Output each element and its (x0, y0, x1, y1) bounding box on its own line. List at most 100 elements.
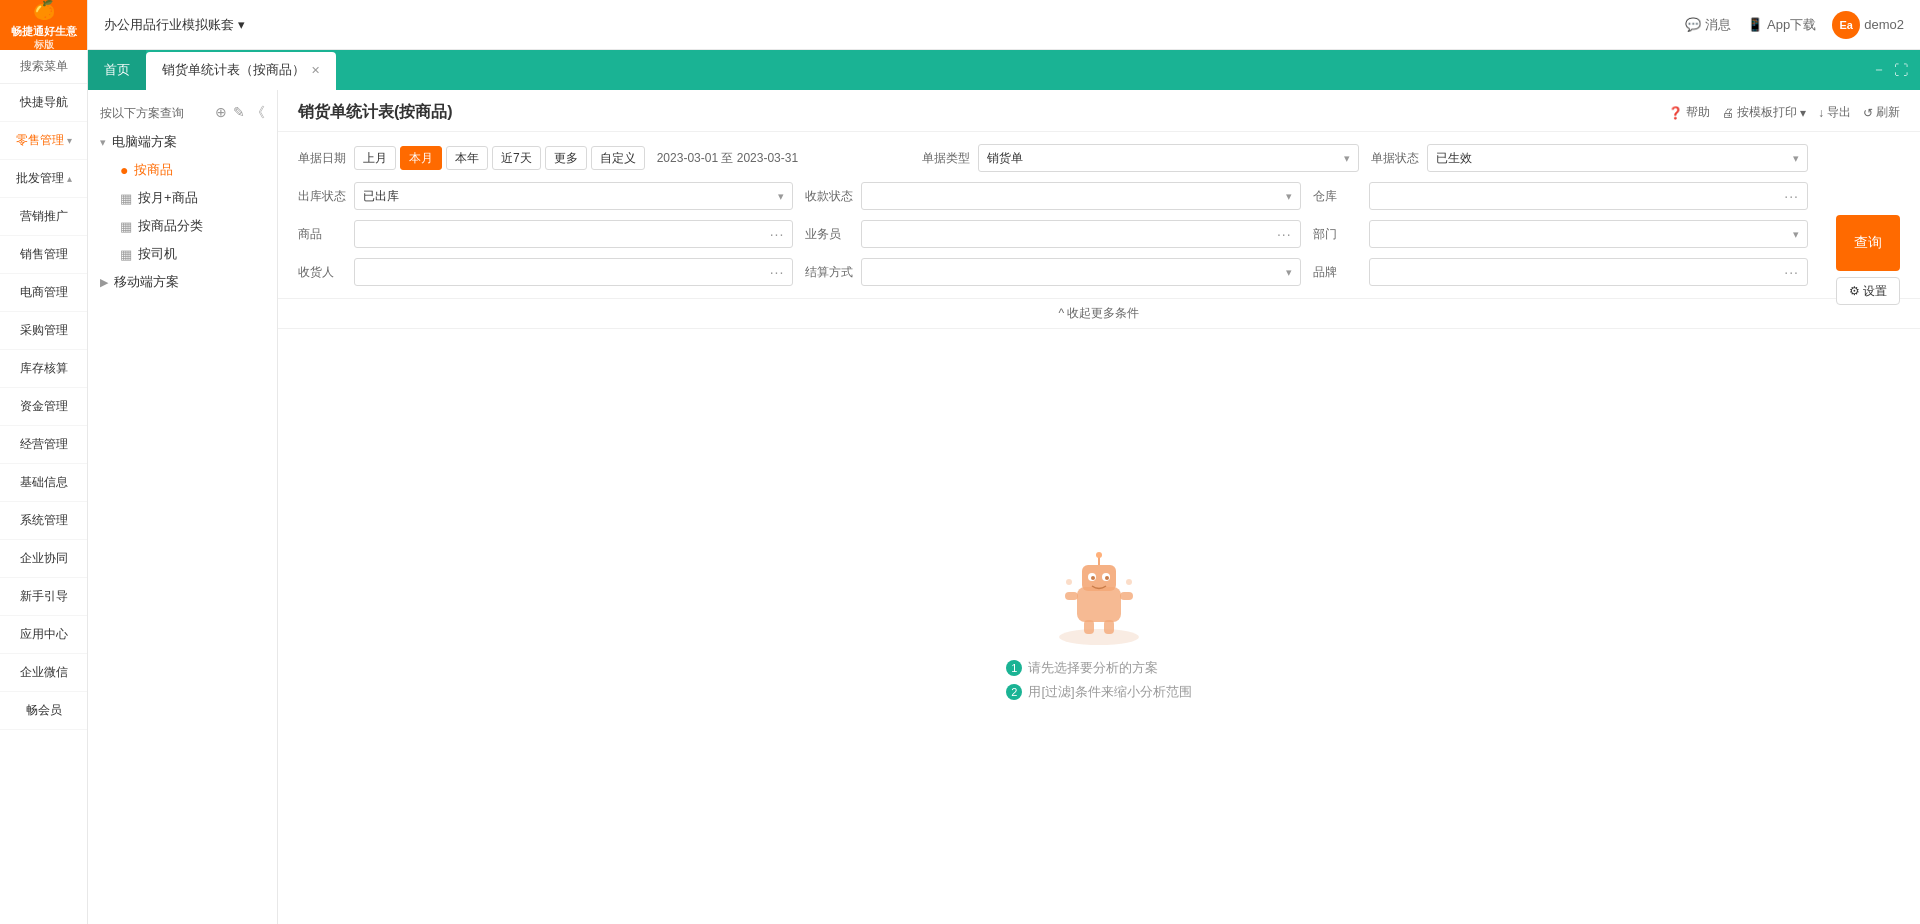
date-btn-this-year[interactable]: 本年 (446, 146, 488, 170)
sidebar-item-inventory[interactable]: 库存核算 (0, 350, 87, 388)
app-download-button[interactable]: 📱 App下载 (1747, 16, 1816, 34)
quick-nav-label: 快捷导航 (20, 95, 68, 109)
salesperson-input[interactable]: ··· (861, 220, 1300, 248)
doc-status-select[interactable]: 已生效 ▾ (1427, 144, 1808, 172)
sidebar-item-guide[interactable]: 新手引导 (0, 578, 87, 616)
tab-report[interactable]: 销货单统计表（按商品） ✕ (146, 52, 336, 92)
tree-pc-label: 电脑端方案 (112, 133, 177, 151)
out-status-select[interactable]: 已出库 ▾ (354, 182, 793, 210)
filter-product: 商品 ··· (298, 220, 793, 248)
user-menu[interactable]: Ea demo2 (1832, 11, 1904, 39)
ecommerce-label: 电商管理 (20, 285, 68, 299)
svg-point-5 (1091, 576, 1095, 580)
doc-status-value: 已生效 (1436, 150, 1472, 167)
app-logo[interactable]: 🍊 畅捷通好生意 标版 (0, 0, 87, 50)
doc-type-select[interactable]: 销货单 ▾ (978, 144, 1359, 172)
filter-payment-status: 收款状态 ▾ (805, 182, 1300, 210)
svg-point-14 (1126, 579, 1132, 585)
tab-close-icon[interactable]: ✕ (311, 64, 320, 77)
enterprise-label: 企业协同 (20, 551, 68, 565)
tab-report-label: 销货单统计表（按商品） (162, 61, 305, 79)
page-title: 销货单统计表(按商品) (298, 102, 453, 123)
sidebar-item-wholesale[interactable]: 批发管理 ▴ (0, 160, 87, 198)
filter-row-3: 商品 ··· 业务员 ··· 部门 (298, 220, 1900, 248)
topbar-dropdown-arrow: ▾ (238, 17, 245, 32)
tree-pc-solutions[interactable]: ▾ 电脑端方案 (88, 128, 277, 156)
settings-button[interactable]: ⚙ 设置 (1836, 277, 1900, 305)
sidebar-item-system[interactable]: 系统管理 (0, 502, 87, 540)
sidebar-item-retail[interactable]: 零售管理 ▾ (0, 122, 87, 160)
tree-item-by-category[interactable]: ▦ 按商品分类 (108, 212, 277, 240)
tab-home[interactable]: 首页 (88, 50, 146, 90)
brand-input[interactable]: ··· (1369, 258, 1808, 286)
tree-mobile-label: 移动端方案 (114, 273, 179, 291)
payment-status-input[interactable]: ▾ (861, 182, 1300, 210)
minimize-icon[interactable]: － (1872, 61, 1886, 79)
date-btn-more[interactable]: 更多 (545, 146, 587, 170)
sidebar-item-basic[interactable]: 基础信息 (0, 464, 87, 502)
svg-rect-2 (1082, 565, 1116, 591)
sidebar-item-member[interactable]: 畅会员 (0, 692, 87, 730)
tree-item-by-cashier[interactable]: ▦ 按司机 (108, 240, 277, 268)
svg-point-0 (1059, 629, 1139, 645)
help-action[interactable]: ❓ 帮助 (1668, 104, 1710, 121)
svg-rect-12 (1104, 620, 1114, 634)
query-button[interactable]: 查询 (1836, 215, 1900, 271)
sidebar-item-purchase[interactable]: 采购管理 (0, 312, 87, 350)
print-action[interactable]: 🖨 按模板打印 ▾ (1722, 104, 1806, 121)
topbar-title-text: 办公用品行业模拟账套 (104, 16, 234, 34)
maximize-icon[interactable]: ⛶ (1894, 62, 1908, 78)
tree-item-by-month-product[interactable]: ▦ 按月+商品 (108, 184, 277, 212)
page-header: 销货单统计表(按商品) ❓ 帮助 🖨 按模板打印 ▾ ↓ 导出 (278, 90, 1920, 132)
edit-scheme-icon[interactable]: ✎ (233, 104, 245, 122)
out-status-label: 出库状态 (298, 188, 348, 205)
collapse-scheme-icon[interactable]: 《 (251, 104, 265, 122)
app-download-label: App下载 (1767, 16, 1816, 34)
message-button[interactable]: 💬 消息 (1685, 16, 1731, 34)
settlement-input[interactable]: ▾ (861, 258, 1300, 286)
sidebar-item-wechat[interactable]: 企业微信 (0, 654, 87, 692)
warehouse-label: 仓库 (1313, 188, 1363, 205)
by-month-product-icon: ▦ (120, 191, 132, 206)
collapse-bar[interactable]: ^ 收起更多条件 (278, 299, 1920, 329)
sidebar: 🍊 畅捷通好生意 标版 搜索菜单 快捷导航 零售管理 ▾ 批发管理 ▴ 营销推广… (0, 0, 88, 924)
svg-rect-9 (1065, 592, 1078, 600)
doc-status-label: 单据状态 (1371, 150, 1421, 167)
search-menu[interactable]: 搜索菜单 (0, 50, 87, 84)
sidebar-item-finance[interactable]: 资金管理 (0, 388, 87, 426)
empty-state: 1 请先选择要分析的方案 2 用[过滤]条件来缩小分析范围 (278, 329, 1920, 924)
payment-status-label: 收款状态 (805, 188, 855, 205)
date-btn-this-month[interactable]: 本月 (400, 146, 442, 170)
wechat-label: 企业微信 (20, 665, 68, 679)
department-input[interactable]: ▾ (1369, 220, 1808, 248)
date-btn-7days[interactable]: 近7天 (492, 146, 541, 170)
filter-date: 单据日期 上月 本月 本年 近7天 更多 自定义 2023-03-01 至 20… (298, 146, 910, 170)
topbar-title[interactable]: 办公用品行业模拟账套 ▾ (104, 16, 245, 34)
sidebar-item-quick-nav[interactable]: 快捷导航 (0, 84, 87, 122)
sidebar-item-marketing[interactable]: 营销推广 (0, 198, 87, 236)
add-scheme-icon[interactable]: ⊕ (215, 104, 227, 122)
tree-mobile-solutions[interactable]: ▶ 移动端方案 (88, 268, 277, 296)
svg-point-13 (1066, 579, 1072, 585)
receiver-input[interactable]: ··· (354, 258, 793, 286)
retail-arrow: ▾ (67, 135, 72, 146)
sidebar-item-sales[interactable]: 销售管理 (0, 236, 87, 274)
warehouse-input[interactable]: ··· (1369, 182, 1808, 210)
refresh-action[interactable]: ↺ 刷新 (1863, 104, 1900, 121)
filter-panel: 按以下方案查询 ⊕ ✎ 《 ▾ 电脑端方案 ● 按商品 ▦ 按月+商品 (88, 90, 278, 924)
action-row: 查询 ⚙ 设置 (1836, 215, 1900, 305)
tree-item-by-product[interactable]: ● 按商品 (108, 156, 277, 184)
sidebar-item-operations[interactable]: 经营管理 (0, 426, 87, 464)
export-action[interactable]: ↓ 导出 (1818, 104, 1851, 121)
sidebar-item-enterprise[interactable]: 企业协同 (0, 540, 87, 578)
date-range-display: 2023-03-01 至 2023-03-31 (657, 150, 798, 167)
retail-label: 零售管理 (16, 132, 64, 149)
brand-label: 品牌 (1313, 264, 1363, 281)
date-btn-last-month[interactable]: 上月 (354, 146, 396, 170)
product-input[interactable]: ··· (354, 220, 793, 248)
sidebar-item-appcenter[interactable]: 应用中心 (0, 616, 87, 654)
tip-1-text: 请先选择要分析的方案 (1028, 659, 1158, 677)
tree-pc-arrow: ▾ (100, 136, 106, 149)
sidebar-item-ecommerce[interactable]: 电商管理 (0, 274, 87, 312)
date-btn-custom[interactable]: 自定义 (591, 146, 645, 170)
